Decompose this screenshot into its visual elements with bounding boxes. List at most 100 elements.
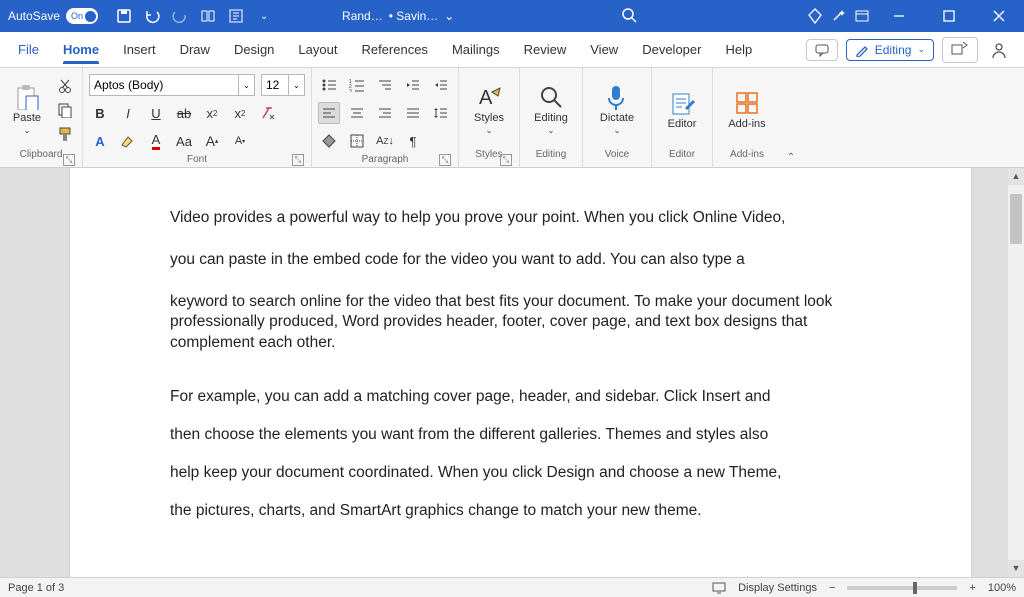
body-text[interactable]: keyword to search online for the video t… — [170, 292, 871, 352]
redo-icon[interactable] — [172, 8, 188, 24]
paste-button[interactable]: Paste ⌄ — [6, 71, 48, 149]
qat-dropdown-icon[interactable]: ⌄ — [256, 8, 272, 24]
autosave-toggle[interactable]: AutoSave On — [0, 8, 106, 24]
chevron-down-icon[interactable]: ⌄ — [289, 74, 305, 96]
multilevel-list-icon[interactable] — [374, 74, 396, 96]
tab-home[interactable]: Home — [53, 36, 109, 63]
align-left-icon[interactable] — [318, 102, 340, 124]
font-size-combo[interactable]: ⌄ — [261, 74, 305, 96]
display-settings-label[interactable]: Display Settings — [738, 582, 817, 594]
collapse-ribbon-icon[interactable]: ⌃ — [781, 68, 801, 167]
format-painter-icon[interactable] — [54, 123, 76, 145]
zoom-slider-knob[interactable] — [913, 582, 917, 594]
chevron-down-icon[interactable]: ⌄ — [239, 74, 255, 96]
scroll-thumb[interactable] — [1010, 194, 1022, 244]
cut-icon[interactable] — [54, 75, 76, 97]
body-text[interactable]: help keep your document coordinated. Whe… — [170, 463, 871, 483]
numbering-icon[interactable]: 123 — [346, 74, 368, 96]
tab-view[interactable]: View — [580, 36, 628, 63]
tab-mailings[interactable]: Mailings — [442, 36, 510, 63]
highlight-icon[interactable] — [117, 130, 139, 152]
change-case-button[interactable]: Aa — [173, 130, 195, 152]
font-name-combo[interactable]: ⌄ — [89, 74, 255, 96]
maximize-button[interactable] — [928, 0, 970, 32]
font-size-input[interactable] — [261, 74, 289, 96]
zoom-out-button[interactable]: − — [829, 582, 835, 594]
qat-icon-2[interactable] — [228, 8, 244, 24]
vertical-scrollbar[interactable]: ▲ ▼ — [1007, 168, 1024, 577]
strikethrough-button[interactable]: ab — [173, 102, 195, 124]
shrink-font-icon[interactable]: A▾ — [229, 130, 251, 152]
dialog-launcher-icon[interactable]: ⤡ — [500, 154, 512, 166]
text-effects-icon[interactable]: A — [89, 130, 111, 152]
align-center-icon[interactable] — [346, 102, 368, 124]
align-right-icon[interactable] — [374, 102, 396, 124]
body-text[interactable]: you can paste in the embed code for the … — [170, 250, 871, 270]
editor-label: Editor — [668, 118, 697, 130]
save-icon[interactable] — [116, 8, 132, 24]
clear-formatting-icon[interactable] — [257, 102, 279, 124]
share-button[interactable] — [942, 37, 978, 63]
dialog-launcher-icon[interactable]: ⤡ — [63, 154, 75, 166]
tab-developer[interactable]: Developer — [632, 36, 711, 63]
decrease-indent-icon[interactable] — [402, 74, 424, 96]
italic-button[interactable]: I — [117, 102, 139, 124]
zoom-in-button[interactable]: + — [969, 582, 975, 594]
tab-insert[interactable]: Insert — [113, 36, 166, 63]
editing-button[interactable]: Editing⌄ — [526, 71, 576, 149]
qat-icon-1[interactable] — [200, 8, 216, 24]
body-text[interactable]: For example, you can add a matching cove… — [170, 387, 871, 407]
toggle-switch[interactable]: On — [66, 8, 98, 24]
borders-icon[interactable] — [346, 130, 368, 152]
scroll-up-icon[interactable]: ▲ — [1008, 168, 1024, 185]
styles-button[interactable]: A Styles⌄ — [465, 71, 513, 149]
undo-icon[interactable] — [144, 8, 160, 24]
tab-references[interactable]: References — [351, 36, 437, 63]
zoom-slider[interactable] — [847, 586, 957, 590]
increase-indent-icon[interactable] — [430, 74, 452, 96]
dialog-launcher-icon[interactable]: ⤡ — [292, 154, 304, 166]
show-marks-icon[interactable]: ¶ — [402, 130, 424, 152]
editor-button[interactable]: Editor — [658, 71, 706, 149]
minimize-button[interactable] — [878, 0, 920, 32]
dialog-launcher-icon[interactable]: ⤡ — [439, 154, 451, 166]
tab-help[interactable]: Help — [715, 36, 762, 63]
window-icon[interactable] — [854, 8, 870, 24]
scroll-down-icon[interactable]: ▼ — [1008, 560, 1024, 577]
user-icon[interactable] — [986, 41, 1012, 59]
bullets-icon[interactable] — [318, 74, 340, 96]
line-spacing-icon[interactable] — [430, 102, 452, 124]
copy-icon[interactable] — [54, 99, 76, 121]
page-count[interactable]: Page 1 of 3 — [8, 582, 64, 594]
close-button[interactable] — [978, 0, 1020, 32]
body-text[interactable]: Video provides a powerful way to help yo… — [170, 208, 871, 228]
comments-button[interactable] — [806, 39, 838, 61]
diamond-icon[interactable] — [806, 8, 822, 24]
underline-button[interactable]: U — [145, 102, 167, 124]
grow-font-icon[interactable]: A▴ — [201, 130, 223, 152]
wand-icon[interactable] — [830, 8, 846, 24]
display-settings-icon[interactable] — [712, 582, 726, 594]
superscript-button[interactable]: x2 — [229, 102, 251, 124]
addins-button[interactable]: Add-ins — [719, 71, 775, 149]
dictate-button[interactable]: Dictate⌄ — [589, 71, 645, 149]
body-text[interactable]: then choose the elements you want from t… — [170, 425, 871, 445]
document-title[interactable]: Rand… • Savin… ⌄ — [342, 9, 454, 23]
shading-icon[interactable] — [318, 130, 340, 152]
justify-icon[interactable] — [402, 102, 424, 124]
font-color-icon[interactable]: A — [145, 130, 167, 152]
page[interactable]: Video provides a powerful way to help yo… — [70, 168, 971, 577]
sort-icon[interactable]: AZ↓ — [374, 130, 396, 152]
tab-design[interactable]: Design — [224, 36, 284, 63]
zoom-level[interactable]: 100% — [988, 582, 1016, 594]
tab-review[interactable]: Review — [514, 36, 577, 63]
tab-draw[interactable]: Draw — [170, 36, 220, 63]
bold-button[interactable]: B — [89, 102, 111, 124]
tab-layout[interactable]: Layout — [288, 36, 347, 63]
font-name-input[interactable] — [89, 74, 239, 96]
file-tab[interactable]: File — [8, 36, 49, 63]
editing-mode-dropdown[interactable]: Editing ⌄ — [846, 39, 934, 61]
body-text[interactable]: the pictures, charts, and SmartArt graph… — [170, 501, 871, 521]
search-icon[interactable] — [620, 6, 640, 26]
subscript-button[interactable]: x2 — [201, 102, 223, 124]
